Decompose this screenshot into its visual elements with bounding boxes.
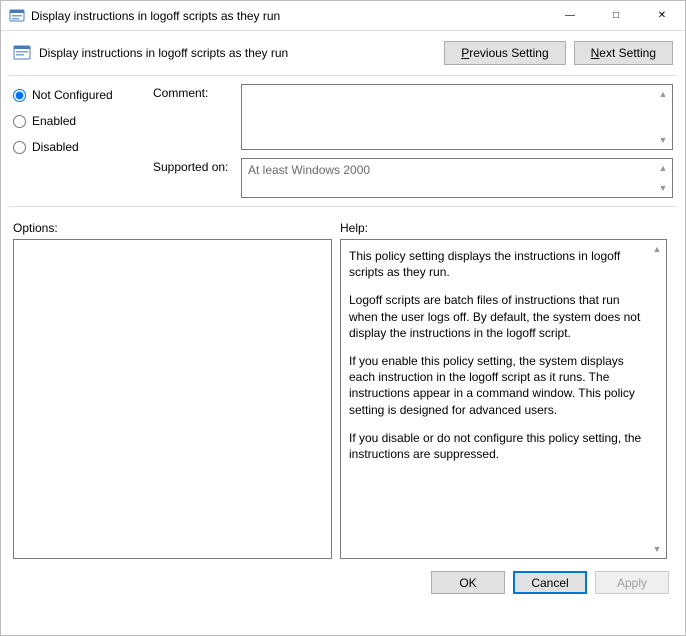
dialog-buttons: OK Cancel Apply [1, 559, 685, 606]
ok-button[interactable]: OK [431, 571, 505, 594]
comment-row: Comment: ▲ ▼ [153, 84, 673, 150]
comment-textarea[interactable]: ▲ ▼ [241, 84, 673, 150]
help-paragraph: If you disable or do not configure this … [349, 430, 648, 462]
scroll-down-icon[interactable]: ▼ [656, 181, 670, 195]
window-controls: — □ ✕ [547, 1, 685, 31]
scroll-up-icon[interactable]: ▲ [650, 242, 664, 256]
scroll-down-icon[interactable]: ▼ [656, 133, 670, 147]
supported-value: At least Windows 2000 [248, 163, 370, 177]
help-paragraph: This policy setting displays the instruc… [349, 248, 648, 280]
radio-disabled-input[interactable] [13, 141, 26, 154]
fields-column: Comment: ▲ ▼ Supported on: At least Wind… [153, 84, 673, 198]
radio-disabled[interactable]: Disabled [13, 140, 143, 154]
setting-title: Display instructions in logoff scripts a… [39, 46, 436, 60]
previous-setting-button[interactable]: Previous Setting [444, 41, 565, 65]
state-radio-group: Not Configured Enabled Disabled [13, 84, 143, 198]
panels: This policy setting displays the instruc… [1, 239, 685, 559]
radio-enabled-input[interactable] [13, 115, 26, 128]
radio-disabled-label: Disabled [32, 140, 79, 154]
scroll-up-icon[interactable]: ▲ [656, 161, 670, 175]
help-paragraph: If you enable this policy setting, the s… [349, 353, 648, 418]
help-paragraph: Logoff scripts are batch files of instru… [349, 292, 648, 341]
scroll-up-icon[interactable]: ▲ [656, 87, 670, 101]
close-button[interactable]: ✕ [639, 1, 685, 31]
next-setting-button[interactable]: Next Setting [574, 41, 673, 65]
options-panel [13, 239, 332, 559]
apply-button: Apply [595, 571, 669, 594]
radio-enabled-label: Enabled [32, 114, 76, 128]
help-label: Help: [340, 221, 368, 235]
radio-enabled[interactable]: Enabled [13, 114, 143, 128]
panel-labels: Options: Help: [1, 207, 685, 239]
titlebar: Display instructions in logoff scripts a… [1, 1, 685, 31]
scroll-down-icon[interactable]: ▼ [650, 542, 664, 556]
supported-row: Supported on: At least Windows 2000 ▲ ▼ [153, 158, 673, 198]
help-panel: This policy setting displays the instruc… [340, 239, 667, 559]
radio-not-configured[interactable]: Not Configured [13, 88, 143, 102]
supported-label: Supported on: [153, 158, 233, 174]
policy-icon [9, 8, 25, 24]
radio-not-configured-input[interactable] [13, 89, 26, 102]
supported-on-box: At least Windows 2000 ▲ ▼ [241, 158, 673, 198]
header-row: Display instructions in logoff scripts a… [1, 31, 685, 75]
maximize-button[interactable]: □ [593, 1, 639, 31]
window-title: Display instructions in logoff scripts a… [31, 9, 547, 23]
policy-setting-icon [13, 44, 31, 62]
minimize-button[interactable]: — [547, 1, 593, 31]
cancel-button[interactable]: Cancel [513, 571, 587, 594]
comment-label: Comment: [153, 84, 233, 100]
config-area: Not Configured Enabled Disabled Comment:… [1, 76, 685, 198]
options-label: Options: [13, 221, 340, 235]
radio-not-configured-label: Not Configured [32, 88, 113, 102]
